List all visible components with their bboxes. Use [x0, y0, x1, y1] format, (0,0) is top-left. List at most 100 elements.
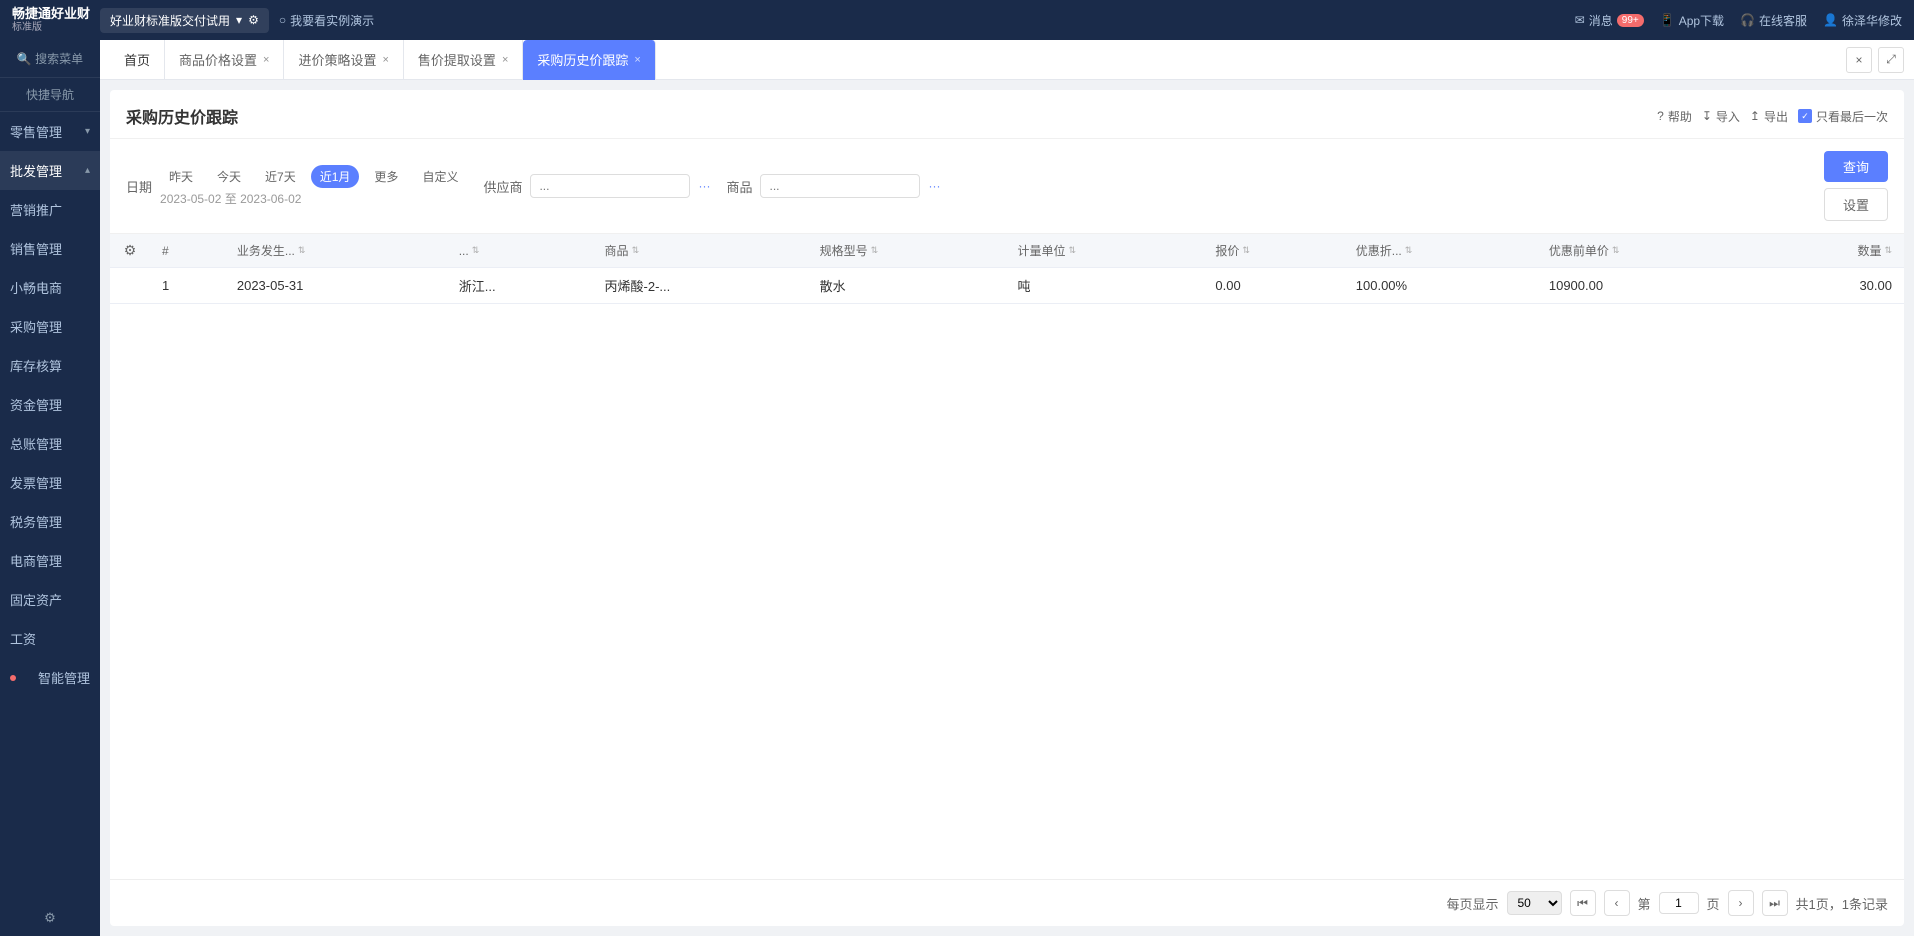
date-btn-today[interactable]: 今天: [208, 165, 250, 188]
date-btn-more[interactable]: 更多: [365, 165, 407, 188]
row-price-cell: 10900.00: [1537, 268, 1764, 304]
filter-actions: 查询 设置: [1824, 151, 1888, 221]
headset-icon: 🎧: [1740, 13, 1755, 27]
messages-label: 消息: [1589, 12, 1613, 29]
tab-bar: 首页 商品价格设置 × 进价策略设置 × 售价提取设置 × 采购历史价跟踪 × …: [100, 40, 1914, 80]
page-number-input[interactable]: [1659, 892, 1699, 914]
next-page-btn[interactable]: ›: [1728, 890, 1754, 916]
date-btn-custom[interactable]: 自定义: [413, 165, 467, 188]
table-body: 1 2023-05-31 浙江... 丙烯酸-2-... 散水 吨 0.00 1…: [110, 268, 1904, 304]
export-btn[interactable]: ↥ 导出: [1750, 108, 1788, 125]
settings-button[interactable]: 设置: [1824, 188, 1888, 221]
date-btn-7days[interactable]: 近7天: [256, 165, 305, 188]
page-title: 采购历史价跟踪: [126, 104, 238, 128]
app-title: 畅捷通好业财: [12, 6, 90, 22]
supplier-more-btn[interactable]: ···: [698, 179, 710, 193]
th-spec: 规格型号 ⇅: [808, 234, 1006, 268]
help-btn[interactable]: ? 帮助: [1657, 108, 1692, 125]
th-supplier: ... ⇅: [447, 234, 593, 268]
sort-spec[interactable]: 规格型号 ⇅: [820, 242, 879, 259]
app-download-btn[interactable]: 📱 App下载: [1660, 12, 1724, 29]
tab-history-price[interactable]: 采购历史价跟踪 ×: [523, 40, 655, 80]
sort-icon-quote: ⇅: [1242, 245, 1250, 256]
last-page-btn[interactable]: ⏭: [1762, 890, 1788, 916]
goods-input[interactable]: [760, 174, 920, 198]
sidebar-item-smart[interactable]: 智能管理: [0, 658, 100, 697]
th-spec-label: 规格型号: [820, 242, 868, 259]
messages-btn[interactable]: ✉ 消息 99+: [1575, 12, 1644, 29]
sidebar-item-tax[interactable]: 税务管理: [0, 502, 100, 541]
last-only-label: 只看最后一次: [1816, 108, 1888, 125]
goods-more-btn[interactable]: ···: [928, 179, 940, 193]
th-quote-label: 报价: [1215, 242, 1239, 259]
tab-price[interactable]: 商品价格设置 ×: [165, 40, 284, 80]
sidebar-item-label: 资金管理: [10, 395, 62, 414]
user-menu-btn[interactable]: 👤 徐泽华修改: [1823, 12, 1902, 29]
checkbox-checked-icon: ✓: [1798, 109, 1812, 123]
query-button[interactable]: 查询: [1824, 151, 1888, 182]
sidebar-item-retail[interactable]: 零售管理 ▾: [0, 112, 100, 151]
tab-sale-price-close[interactable]: ×: [502, 54, 508, 66]
date-btn-1month[interactable]: 近1月: [311, 165, 360, 188]
import-label: 导入: [1716, 108, 1740, 125]
tab-expand-btn[interactable]: ⤢: [1878, 47, 1904, 73]
sidebar-item-finance[interactable]: 资金管理: [0, 385, 100, 424]
prev-page-btn[interactable]: ‹: [1604, 890, 1630, 916]
sidebar-settings-btn[interactable]: ⚙: [0, 900, 100, 936]
tab-home[interactable]: 首页: [110, 40, 165, 80]
user-name: 徐泽华修改: [1842, 12, 1902, 29]
date-filter-label: 日期: [126, 177, 152, 196]
tab-sale-price[interactable]: 售价提取设置 ×: [404, 40, 523, 80]
sidebar-item-ecommerce[interactable]: 电商管理: [0, 541, 100, 580]
date-btn-yesterday[interactable]: 昨天: [160, 165, 202, 188]
import-btn[interactable]: ↧ 导入: [1702, 108, 1740, 125]
sort-goods[interactable]: 商品 ⇅: [605, 242, 640, 259]
settings-icon[interactable]: ⚙: [248, 13, 259, 27]
sort-qty[interactable]: 数量 ⇅: [1857, 242, 1892, 259]
supplier-filter-label: 供应商: [483, 177, 522, 196]
sidebar-search[interactable]: 🔍 搜索菜单: [0, 40, 100, 78]
sort-date[interactable]: 业务发生... ⇅: [237, 242, 306, 259]
th-supplier-label: ...: [459, 244, 469, 258]
sidebar-item-payroll[interactable]: 工资: [0, 619, 100, 658]
sort-supplier[interactable]: ... ⇅: [459, 244, 480, 258]
tab-purchase-strategy-close[interactable]: ×: [382, 54, 388, 66]
sidebar-item-marketing[interactable]: 营销推广: [0, 190, 100, 229]
th-unit: 计量单位 ⇅: [1006, 234, 1204, 268]
demo-link[interactable]: ○ 我要看实例演示: [279, 12, 374, 29]
product-selector[interactable]: 好业财标准版交付试用 ▾ ⚙: [100, 8, 269, 33]
th-discount-label: 优惠折...: [1356, 242, 1402, 259]
supplier-input[interactable]: [530, 174, 690, 198]
sidebar-item-purchase[interactable]: 采购管理: [0, 307, 100, 346]
sidebar-item-inventory[interactable]: 库存核算: [0, 346, 100, 385]
online-service-btn[interactable]: 🎧 在线客服: [1740, 12, 1807, 29]
sort-discount[interactable]: 优惠折... ⇅: [1356, 242, 1413, 259]
sidebar-item-assets[interactable]: 固定资产: [0, 580, 100, 619]
last-only-checkbox[interactable]: ✓ 只看最后一次: [1798, 108, 1888, 125]
tab-history-price-close[interactable]: ×: [634, 54, 640, 66]
sidebar-item-ecommerce-small[interactable]: 小畅电商: [0, 268, 100, 307]
sidebar-quick-nav[interactable]: 快捷导航: [0, 78, 100, 112]
sidebar-item-invoice[interactable]: 发票管理: [0, 463, 100, 502]
sort-quote[interactable]: 报价 ⇅: [1215, 242, 1250, 259]
sidebar-item-label: 电商管理: [10, 551, 62, 570]
tab-purchase-strategy[interactable]: 进价策略设置 ×: [284, 40, 403, 80]
page-size-select[interactable]: 50 20 100: [1507, 891, 1562, 915]
sort-price[interactable]: 优惠前单价 ⇅: [1549, 242, 1620, 259]
user-icon: 👤: [1823, 13, 1838, 27]
sort-unit[interactable]: 计量单位 ⇅: [1018, 242, 1077, 259]
phone-icon: 📱: [1660, 13, 1675, 27]
table-row: 1 2023-05-31 浙江... 丙烯酸-2-... 散水 吨 0.00 1…: [110, 268, 1904, 304]
tab-price-close[interactable]: ×: [263, 54, 269, 66]
sidebar-item-sales[interactable]: 销售管理: [0, 229, 100, 268]
tab-close-btn[interactable]: ×: [1846, 47, 1872, 73]
sidebar-item-accounting[interactable]: 总账管理: [0, 424, 100, 463]
column-settings-btn[interactable]: ⚙: [124, 242, 137, 258]
first-page-btn[interactable]: ⏮: [1570, 890, 1596, 916]
sort-icon-price: ⇅: [1612, 245, 1620, 256]
sidebar-item-wholesale[interactable]: 批发管理 ▴: [0, 151, 100, 190]
supplier-filter-group: 供应商 ···: [483, 174, 710, 198]
row-date-cell: 2023-05-31: [225, 268, 447, 304]
date-range-display: 2023-05-02 至 2023-06-02: [160, 190, 467, 207]
row-unit-cell: 吨: [1006, 268, 1204, 304]
